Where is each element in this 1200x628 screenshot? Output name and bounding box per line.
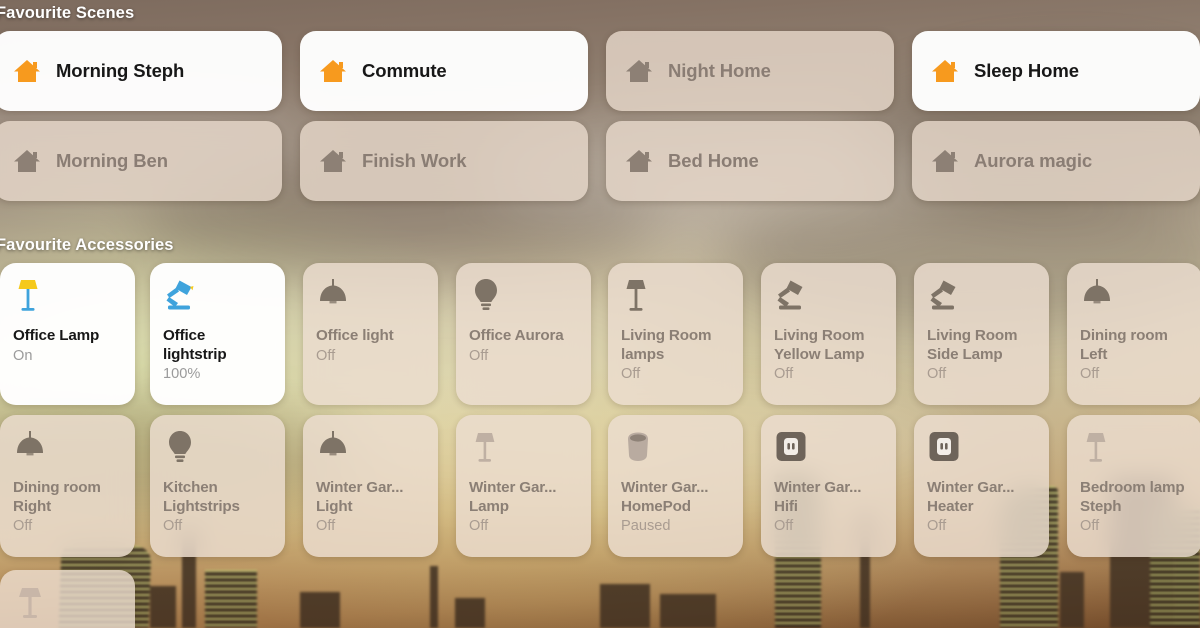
accessory-card[interactable]: Winter Gar... Light Off xyxy=(303,415,438,557)
accessory-name: Dining room Left xyxy=(1080,327,1168,363)
scene-card[interactable]: Morning Ben xyxy=(0,121,282,201)
scene-label: Commute xyxy=(362,60,447,81)
accessory-name: Bedroom lamp Steph xyxy=(1080,479,1185,515)
accessory-card[interactable]: Winter Gar... Hifi Off xyxy=(761,415,896,557)
accessory-name: Dining room Right xyxy=(13,479,101,515)
accessory-name: Office lightstrip xyxy=(163,327,227,363)
desk-lamp-icon xyxy=(927,277,961,313)
accessory-card[interactable]: Living Room lamps Off xyxy=(608,263,743,405)
accessory-card-partial[interactable] xyxy=(0,570,135,628)
accessory-state: Off xyxy=(774,366,794,383)
accessory-state: Off xyxy=(469,347,489,364)
scene-card[interactable]: Commute xyxy=(300,31,588,111)
accessory-state: 100% xyxy=(163,366,201,383)
pendant-lamp-icon xyxy=(13,429,47,465)
house-icon xyxy=(930,56,960,86)
accessory-card[interactable]: Living Room Side Lamp Off xyxy=(914,263,1049,405)
accessory-card[interactable]: Winter Gar... Heater Off xyxy=(914,415,1049,557)
house-icon xyxy=(624,56,654,86)
house-icon xyxy=(624,146,654,176)
accessory-name: Kitchen Lightstrips xyxy=(163,479,240,515)
house-icon xyxy=(12,56,42,86)
accessory-card[interactable]: Dining room Left Off xyxy=(1067,263,1200,405)
accessory-name: Office Aurora xyxy=(469,327,564,344)
scenes-section-title: Favourite Scenes xyxy=(0,4,135,22)
bulb-icon xyxy=(469,277,503,313)
scene-card[interactable]: Bed Home xyxy=(606,121,894,201)
accessory-state: Off xyxy=(316,347,336,364)
accessory-state: Off xyxy=(621,366,641,383)
scene-card[interactable]: Aurora magic xyxy=(912,121,1200,201)
accessory-state: Off xyxy=(469,518,489,535)
scene-label: Bed Home xyxy=(668,150,759,171)
table-lamp-icon xyxy=(13,588,47,624)
homepod-icon xyxy=(621,429,655,465)
scene-label: Finish Work xyxy=(362,150,467,171)
table-lamp-icon xyxy=(469,429,503,465)
accessory-card[interactable]: Bedroom lamp Steph Off xyxy=(1067,415,1200,557)
accessory-name: Winter Gar... Heater xyxy=(927,479,1015,515)
accessory-state: Off xyxy=(927,366,947,383)
scene-card[interactable]: Night Home xyxy=(606,31,894,111)
accessory-name: Office light xyxy=(316,327,394,344)
accessory-state: Off xyxy=(1080,366,1100,383)
accessory-name: Living Room Side Lamp xyxy=(927,327,1018,363)
accessory-card[interactable]: Office light Off xyxy=(303,263,438,405)
accessory-name: Winter Gar... HomePod xyxy=(621,479,709,515)
accessory-card[interactable]: Winter Gar... Lamp Off xyxy=(456,415,591,557)
accessory-state: Off xyxy=(1080,518,1100,535)
accessory-card[interactable]: Kitchen Lightstrips Off xyxy=(150,415,285,557)
accessory-name: Living Room lamps xyxy=(621,327,712,363)
scene-label: Night Home xyxy=(668,60,771,81)
accessory-name: Living Room Yellow Lamp xyxy=(774,327,865,363)
house-icon xyxy=(12,146,42,176)
desk-lamp-icon xyxy=(163,277,197,313)
house-icon xyxy=(318,56,348,86)
accessory-state: Off xyxy=(316,518,336,535)
accessory-name: Winter Gar... Lamp xyxy=(469,479,557,515)
table-lamp-icon xyxy=(1080,429,1114,465)
accessory-state: Paused xyxy=(621,518,671,535)
accessory-state: Off xyxy=(927,518,947,535)
house-icon xyxy=(930,146,960,176)
house-icon xyxy=(318,146,348,176)
scene-label: Morning Steph xyxy=(56,60,185,81)
accessories-section-title: Favourite Accessories xyxy=(0,236,174,254)
power-outlet-icon xyxy=(927,429,961,465)
accessory-name: Winter Gar... Hifi xyxy=(774,479,862,515)
accessory-card[interactable]: Office Lamp On xyxy=(0,263,135,405)
pendant-lamp-icon xyxy=(1080,277,1114,313)
accessory-card[interactable]: Living Room Yellow Lamp Off xyxy=(761,263,896,405)
scene-card[interactable]: Finish Work xyxy=(300,121,588,201)
accessory-state: Off xyxy=(13,518,33,535)
accessory-state: Off xyxy=(774,518,794,535)
accessory-card[interactable]: Winter Gar... HomePod Paused xyxy=(608,415,743,557)
scene-label: Morning Ben xyxy=(56,150,168,171)
power-outlet-icon xyxy=(774,429,808,465)
accessory-state: On xyxy=(13,347,33,364)
accessory-name: Office Lamp xyxy=(13,327,100,344)
scene-label: Sleep Home xyxy=(974,60,1079,81)
accessory-card[interactable]: Office Aurora Off xyxy=(456,263,591,405)
desk-lamp-icon xyxy=(774,277,808,313)
floor-lamp-icon xyxy=(13,277,47,313)
scene-card[interactable]: Morning Steph xyxy=(0,31,282,111)
pendant-lamp-icon xyxy=(316,429,350,465)
floor-lamp-icon xyxy=(621,277,655,313)
accessory-state: Off xyxy=(163,518,183,535)
scene-label: Aurora magic xyxy=(974,150,1093,171)
accessory-name: Winter Gar... Light xyxy=(316,479,404,515)
accessory-card[interactable]: Dining room Right Off xyxy=(0,415,135,557)
scene-card[interactable]: Sleep Home xyxy=(912,31,1200,111)
bulb-icon xyxy=(163,429,197,465)
pendant-lamp-icon xyxy=(316,277,350,313)
accessory-card[interactable]: Office lightstrip 100% xyxy=(150,263,285,405)
